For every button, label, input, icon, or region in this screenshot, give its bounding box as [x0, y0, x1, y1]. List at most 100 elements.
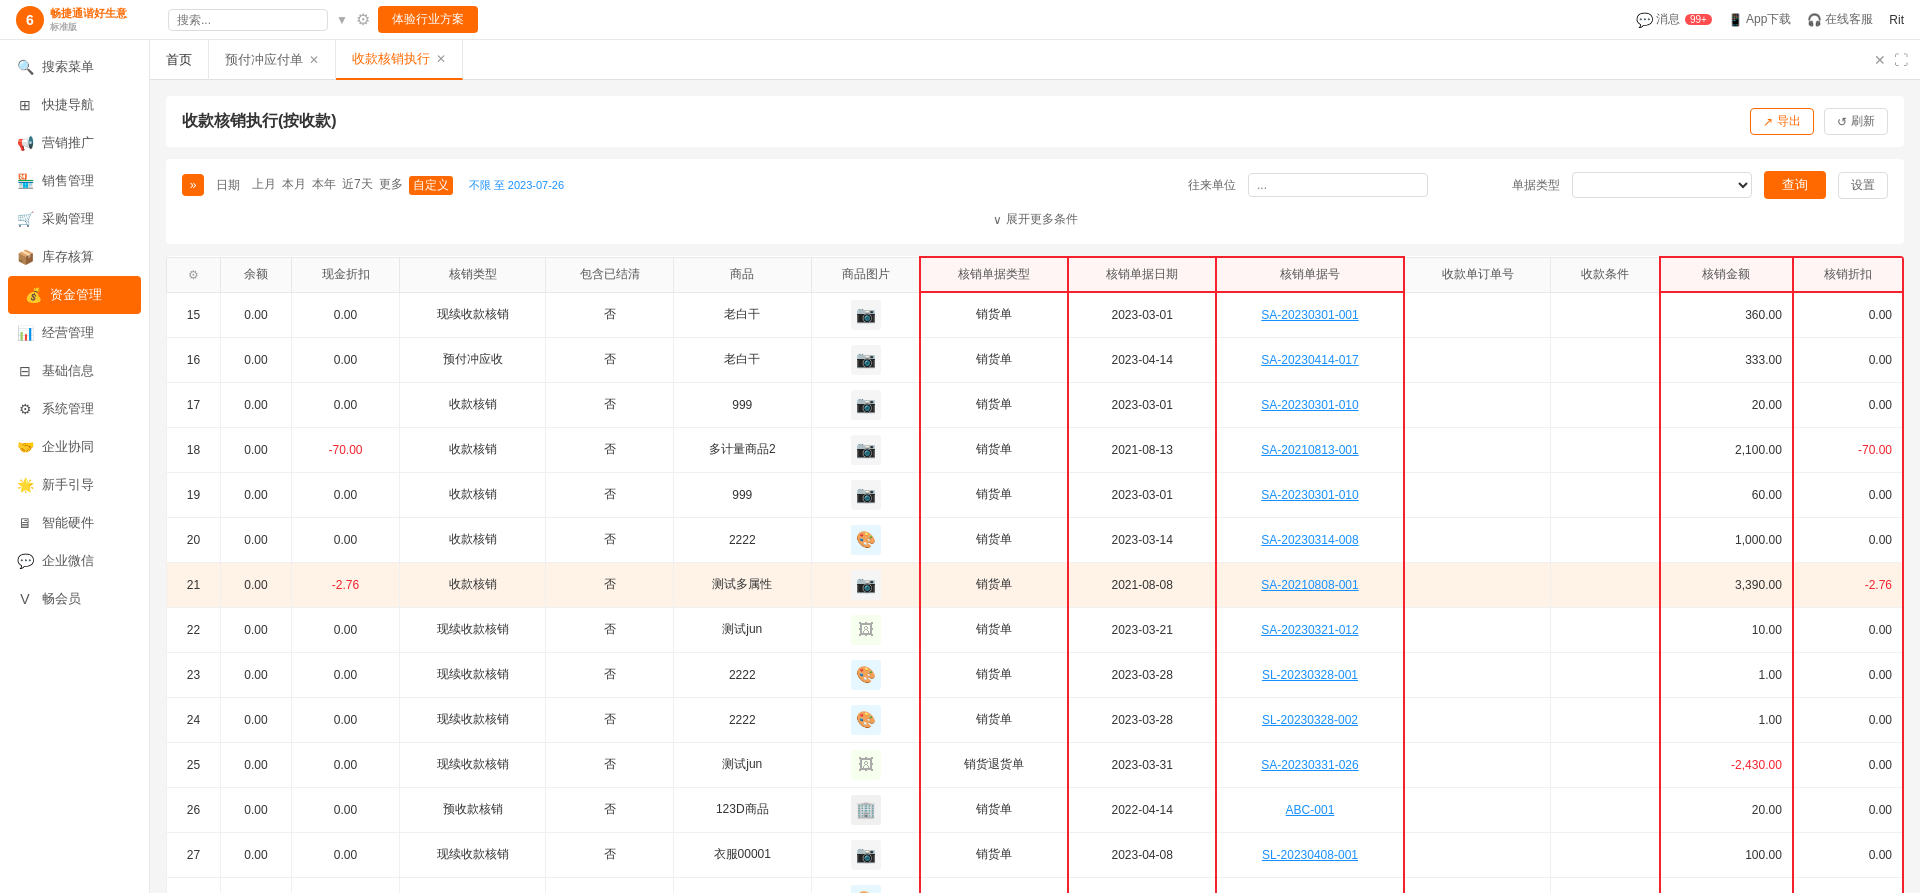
table-row: 26 0.00 0.00 预收款核销 否 123D商品 🏢 销货单 2022-0… — [167, 787, 1904, 832]
row-bill-no[interactable]: SA-20210813-001 — [1216, 427, 1404, 472]
row-bill-no[interactable]: SA-20230314-008 — [1216, 517, 1404, 562]
voucher-type-select[interactable]: 销货单 销货退货单 — [1572, 172, 1752, 198]
tab-writeoff[interactable]: 收款核销执行 ✕ — [336, 40, 463, 80]
search-input[interactable] — [168, 9, 328, 31]
row-cash-discount: 0.00 — [291, 787, 399, 832]
row-writeoff-discount: -2.76 — [1793, 562, 1903, 607]
sidebar-item-enterprise[interactable]: 🤝 企业协同 — [0, 428, 149, 466]
row-bill-no[interactable]: SA-20230301-001 — [1216, 292, 1404, 337]
row-balance: 0.00 — [221, 877, 292, 893]
row-bill-no[interactable]: SA-20230301-010 — [1216, 382, 1404, 427]
row-writeoff-discount: 0.00 — [1793, 517, 1903, 562]
date-link-more[interactable]: 更多 — [379, 176, 403, 195]
row-no: 24 — [167, 697, 221, 742]
sidebar-item-operations[interactable]: 📊 经营管理 — [0, 314, 149, 352]
date-link-thisyear[interactable]: 本年 — [312, 176, 336, 195]
col-gear[interactable]: ⚙ — [167, 257, 221, 292]
sidebar-item-basic[interactable]: ⊟ 基础信息 — [0, 352, 149, 390]
counterpart-filter: 不限 至 2023-07-26 — [469, 178, 564, 193]
expand-more-button[interactable]: ∨ 展开更多条件 — [182, 207, 1888, 232]
date-link-lastmonth[interactable]: 上月 — [252, 176, 276, 195]
row-balance: 0.00 — [221, 382, 292, 427]
page-header-actions: ↗ 导出 ↺ 刷新 — [1750, 108, 1888, 135]
row-bill-no[interactable]: ABC-001 — [1216, 787, 1404, 832]
export-button[interactable]: ↗ 导出 — [1750, 108, 1814, 135]
row-no: 23 — [167, 652, 221, 697]
close-window-icon[interactable]: ✕ — [1874, 52, 1886, 68]
date-link-thismonth[interactable]: 本月 — [282, 176, 306, 195]
date-link-7days[interactable]: 近7天 — [342, 176, 373, 195]
row-bill-no[interactable]: SL-20230328-001 — [1216, 652, 1404, 697]
sidebar-item-finance[interactable]: 💰 资金管理 — [8, 276, 141, 314]
main-layout: 🔍 搜索菜单 ⊞ 快捷导航 📢 营销推广 🏪 销售管理 🛒 采购管理 📦 库存核… — [0, 40, 1920, 893]
sidebar-item-guide[interactable]: 🌟 新手引导 — [0, 466, 149, 504]
row-cash-discount: 0.00 — [291, 337, 399, 382]
row-bill-type: 销货单 — [920, 472, 1068, 517]
row-product: 123D商品 — [673, 787, 811, 832]
row-writeoff-type: 现续收款核销 — [400, 292, 546, 337]
table-row: 16 0.00 0.00 预付冲应收 否 老白干 📷 销货单 2023-04-1… — [167, 337, 1904, 382]
row-writeoff-amount: 360.00 — [1660, 292, 1793, 337]
chevron-down-icon[interactable]: ▼ — [336, 13, 348, 27]
settings-icon[interactable]: ⚙ — [356, 10, 370, 29]
row-bill-no[interactable]: SA-20210808-001 — [1216, 562, 1404, 607]
row-bill-no[interactable]: SA-20230331-026 — [1216, 742, 1404, 787]
app-download-btn[interactable]: 📱 App下载 — [1728, 11, 1791, 28]
row-receipt-condition — [1551, 427, 1660, 472]
row-bill-no[interactable]: SL-20230408-001 — [1216, 832, 1404, 877]
sidebar-item-hardware[interactable]: 🖥 智能硬件 — [0, 504, 149, 542]
row-bill-no[interactable]: SL-20230328-002 — [1216, 697, 1404, 742]
sidebar-item-inventory[interactable]: 📦 库存核算 — [0, 238, 149, 276]
maximize-icon[interactable]: ⛶ — [1894, 52, 1908, 68]
row-product: 多计量商品2 — [673, 427, 811, 472]
sidebar-item-purchase[interactable]: 🛒 采购管理 — [0, 200, 149, 238]
row-no: 21 — [167, 562, 221, 607]
product-image: 🎨 — [851, 525, 881, 555]
filter-toggle-button[interactable]: » — [182, 174, 204, 196]
tab-writeoff-close[interactable]: ✕ — [436, 52, 446, 66]
tab-prepay[interactable]: 预付冲应付单 ✕ — [209, 40, 336, 80]
filter-row-1: » 日期 上月 本月 本年 近7天 更多 自定义 不限 至 2023-07-26 — [182, 171, 1888, 199]
row-bill-no[interactable]: SA-20230301-010 — [1216, 472, 1404, 517]
sidebar-item-wechat[interactable]: 💬 企业微信 — [0, 542, 149, 580]
row-product-img: 📷 — [811, 472, 920, 517]
table-row: 18 0.00 -70.00 收款核销 否 多计量商品2 📷 销货单 2021-… — [167, 427, 1904, 472]
query-button[interactable]: 查询 — [1764, 171, 1826, 199]
counterpart-input[interactable] — [1248, 173, 1428, 197]
row-cash-discount: 0.00 — [291, 382, 399, 427]
tab-home[interactable]: 首页 — [150, 40, 209, 80]
row-no: 26 — [167, 787, 221, 832]
col-writeoff-amount: 核销金额 — [1660, 257, 1793, 292]
sidebar-item-search[interactable]: 🔍 搜索菜单 — [0, 48, 149, 86]
row-receipt-condition — [1551, 742, 1660, 787]
date-link-custom[interactable]: 自定义 — [409, 176, 453, 195]
refresh-button[interactable]: ↺ 刷新 — [1824, 108, 1888, 135]
row-bill-no[interactable]: SA-20230321-012 — [1216, 607, 1404, 652]
row-bill-no[interactable]: SL-20230418-001 — [1216, 877, 1404, 893]
row-receipt-condition — [1551, 562, 1660, 607]
system-icon: ⚙ — [16, 401, 34, 417]
row-bill-type: 销货单 — [920, 697, 1068, 742]
row-bill-no[interactable]: SA-20230414-017 — [1216, 337, 1404, 382]
row-receipt-order-no — [1404, 382, 1551, 427]
row-receipt-order-no — [1404, 292, 1551, 337]
row-receipt-order-no — [1404, 787, 1551, 832]
sidebar-item-sales[interactable]: 🏪 销售管理 — [0, 162, 149, 200]
message-btn[interactable]: 💬 消息 99+ — [1636, 11, 1712, 28]
row-writeoff-discount: 0.00 — [1793, 742, 1903, 787]
sidebar-item-system[interactable]: ⚙ 系统管理 — [0, 390, 149, 428]
sidebar-item-member[interactable]: V 畅会员 — [0, 580, 149, 618]
sidebar-item-quicknav[interactable]: ⊞ 快捷导航 — [0, 86, 149, 124]
online-service-btn[interactable]: 🎧 在线客服 — [1807, 11, 1873, 28]
row-no: 28 — [167, 877, 221, 893]
row-writeoff-amount: 20.00 — [1660, 787, 1793, 832]
industry-btn[interactable]: 体验行业方案 — [378, 6, 478, 33]
row-receipt-condition — [1551, 787, 1660, 832]
row-no: 27 — [167, 832, 221, 877]
sidebar-item-marketing[interactable]: 📢 营销推广 — [0, 124, 149, 162]
guide-icon: 🌟 — [16, 477, 34, 493]
table-row: 19 0.00 0.00 收款核销 否 999 📷 销货单 2023-03-01… — [167, 472, 1904, 517]
settings-button[interactable]: 设置 — [1838, 172, 1888, 199]
row-product-img: 📷 — [811, 832, 920, 877]
tab-prepay-close[interactable]: ✕ — [309, 53, 319, 67]
